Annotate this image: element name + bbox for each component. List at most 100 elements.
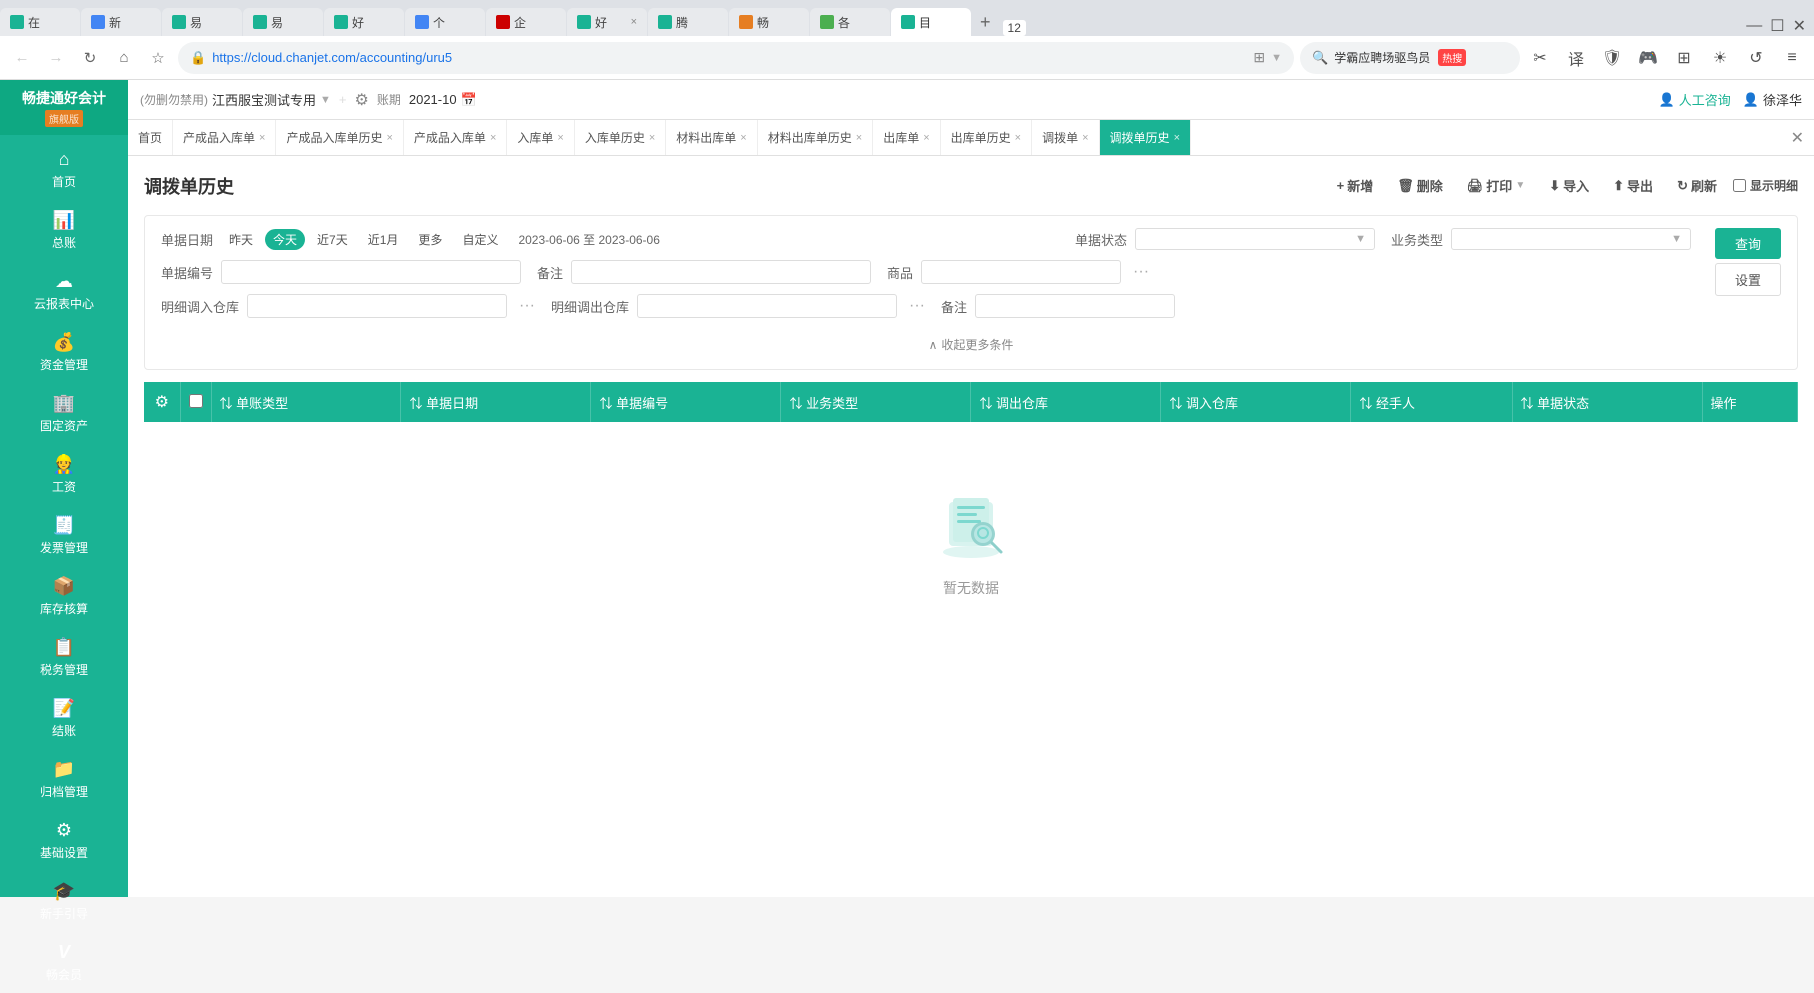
page-tab-prod-in[interactable]: 产成品入库单 ×: [173, 120, 276, 156]
close-browser-button[interactable]: ✕: [1793, 16, 1806, 36]
sidebar-item-archive[interactable]: 📁 归档管理: [0, 749, 128, 810]
browser-tab-3[interactable]: 易: [243, 8, 323, 36]
browser-tab-5[interactable]: 个: [405, 8, 485, 36]
minimize-button[interactable]: —: [1746, 17, 1762, 35]
refresh-data-button[interactable]: ↻ 刷新: [1669, 172, 1725, 199]
add-button[interactable]: + 新增: [1329, 172, 1382, 199]
delete-button[interactable]: 🗑 删除: [1389, 172, 1451, 199]
game-icon[interactable]: 🎮: [1634, 44, 1662, 72]
detail-out-more-icon[interactable]: ···: [909, 297, 925, 315]
sidebar-item-home[interactable]: ⌂ 首页: [0, 139, 128, 200]
status-select[interactable]: ▼: [1135, 228, 1375, 250]
page-tab-transfer-hist[interactable]: 调拨单历史 ×: [1100, 120, 1191, 156]
sidebar-item-close[interactable]: 📝 结账: [0, 688, 128, 749]
page-tab-in-close[interactable]: ×: [557, 132, 563, 144]
print-button[interactable]: 🖨 打印 ▼: [1459, 172, 1533, 199]
date-opt-today[interactable]: 今天: [265, 229, 305, 250]
date-opt-7days[interactable]: 近7天: [309, 229, 356, 250]
star-button[interactable]: ☆: [144, 44, 172, 72]
settings-icon-topbar[interactable]: ⚙: [355, 90, 369, 110]
show-cols-checkbox[interactable]: [1733, 179, 1746, 192]
page-tab-mat-out-hist[interactable]: 材料出库单历史 ×: [758, 120, 873, 156]
browser-tab-9[interactable]: 畅: [729, 8, 809, 36]
forward-button[interactable]: →: [42, 44, 70, 72]
goods-more-icon[interactable]: ···: [1133, 263, 1149, 281]
browser-tab-11[interactable]: 目: [891, 8, 971, 36]
sidebar-item-payroll[interactable]: 👷 工资: [0, 444, 128, 505]
page-tab-prod-in2[interactable]: 产成品入库单 ×: [404, 120, 507, 156]
sidebar-item-ledger[interactable]: 📊 总账: [0, 200, 128, 261]
browser-tab-10[interactable]: 各: [810, 8, 890, 36]
remark-input[interactable]: [571, 260, 871, 284]
page-tab-prod-in2-close[interactable]: ×: [490, 132, 496, 144]
grid-icon[interactable]: ⊞: [1670, 44, 1698, 72]
browser-tab-7[interactable]: 好 ×: [567, 8, 647, 36]
page-tab-transfer-hist-close[interactable]: ×: [1174, 132, 1180, 144]
search-button[interactable]: 查询: [1715, 228, 1781, 259]
browser-tab-6[interactable]: 企: [486, 8, 566, 36]
page-tab-out-close[interactable]: ×: [923, 132, 929, 144]
menu-icon[interactable]: ≡: [1778, 44, 1806, 72]
select-all-checkbox[interactable]: [189, 394, 203, 408]
page-tabs-close-all[interactable]: ✕: [1781, 128, 1814, 148]
sidebar-item-tax[interactable]: 📋 税务管理: [0, 627, 128, 688]
page-tab-in-hist-close[interactable]: ×: [649, 132, 655, 144]
page-tab-prod-in-hist[interactable]: 产成品入库单历史 ×: [276, 120, 403, 156]
sidebar-item-fixed-assets[interactable]: 🏢 固定资产: [0, 383, 128, 444]
page-tab-out-hist[interactable]: 出库单历史 ×: [941, 120, 1032, 156]
refresh-button[interactable]: ↻: [76, 44, 104, 72]
translate-icon[interactable]: 译: [1562, 44, 1590, 72]
user-info[interactable]: 👤 徐泽华: [1743, 90, 1802, 109]
detail-in-input[interactable]: [247, 294, 507, 318]
new-tab-button[interactable]: +: [972, 8, 999, 36]
consult-button[interactable]: 👤 人工咨询: [1659, 90, 1731, 109]
date-opt-custom[interactable]: 自定义: [454, 229, 506, 250]
page-tab-in[interactable]: 入库单 ×: [507, 120, 574, 156]
home-button[interactable]: ⌂: [110, 44, 138, 72]
browser-tab-1[interactable]: 新: [81, 8, 161, 36]
show-cols-option[interactable]: 显示明细: [1733, 177, 1798, 194]
sidebar-item-cloud-report[interactable]: ☁ 云报表中心: [0, 261, 128, 322]
sidebar-item-vip[interactable]: V 畅会员: [0, 932, 128, 993]
brightness-icon[interactable]: ☀: [1706, 44, 1734, 72]
page-tab-mat-out-close[interactable]: ×: [740, 132, 746, 144]
undo-icon[interactable]: ↺: [1742, 44, 1770, 72]
browser-tab-2[interactable]: 易: [162, 8, 242, 36]
scissors-icon[interactable]: ✂: [1526, 44, 1554, 72]
page-tab-prod-in-hist-close[interactable]: ×: [386, 132, 392, 144]
search-bar[interactable]: 🔍 学霸应聘场驱鸟员 热搜: [1300, 42, 1520, 74]
page-tab-transfer-close[interactable]: ×: [1082, 132, 1088, 144]
sidebar-item-finance[interactable]: 💰 资金管理: [0, 322, 128, 383]
browser-tab-8[interactable]: 腾: [648, 8, 728, 36]
tab-close-7[interactable]: ×: [627, 16, 637, 28]
table-gear-icon[interactable]: ⚙: [155, 394, 169, 411]
biz-type-select[interactable]: ▼: [1451, 228, 1691, 250]
shield-icon[interactable]: 🛡: [1598, 44, 1626, 72]
browser-tab-0[interactable]: 在: [0, 8, 80, 36]
address-bar[interactable]: 🔒 https://cloud.chanjet.com/accounting/u…: [178, 42, 1294, 74]
browser-tab-4[interactable]: 好: [324, 8, 404, 36]
company-selector[interactable]: (勿删勿禁用) 江西服宝测试专用 ▼: [140, 90, 331, 109]
date-opt-1month[interactable]: 近1月: [360, 229, 407, 250]
date-opt-more[interactable]: 更多: [410, 229, 450, 250]
detail-out-input[interactable]: [637, 294, 897, 318]
sidebar-item-guide[interactable]: 🎓 新手引导: [0, 871, 128, 932]
back-button[interactable]: ←: [8, 44, 36, 72]
doc-num-input[interactable]: [221, 260, 521, 284]
detail-in-more-icon[interactable]: ···: [519, 297, 535, 315]
page-tab-mat-out-hist-close[interactable]: ×: [856, 132, 862, 144]
sidebar-item-inventory[interactable]: 📦 库存核算: [0, 566, 128, 627]
remark2-input[interactable]: [975, 294, 1175, 318]
set-button[interactable]: 设置: [1715, 263, 1781, 296]
page-tab-prod-in-close[interactable]: ×: [259, 132, 265, 144]
collapse-button[interactable]: ∧ 收起更多条件: [161, 332, 1781, 357]
page-tab-transfer[interactable]: 调拨单 ×: [1032, 120, 1099, 156]
period-selector[interactable]: 2021-10 📅: [409, 92, 477, 108]
date-opt-yesterday[interactable]: 昨天: [221, 229, 261, 250]
sidebar-item-settings[interactable]: ⚙ 基础设置: [0, 810, 128, 871]
goods-input[interactable]: [921, 260, 1121, 284]
page-tab-mat-out[interactable]: 材料出库单 ×: [666, 120, 757, 156]
export-button[interactable]: ⬆ 导出: [1605, 172, 1661, 199]
page-tab-out[interactable]: 出库单 ×: [873, 120, 940, 156]
maximize-button[interactable]: ☐: [1770, 16, 1784, 36]
